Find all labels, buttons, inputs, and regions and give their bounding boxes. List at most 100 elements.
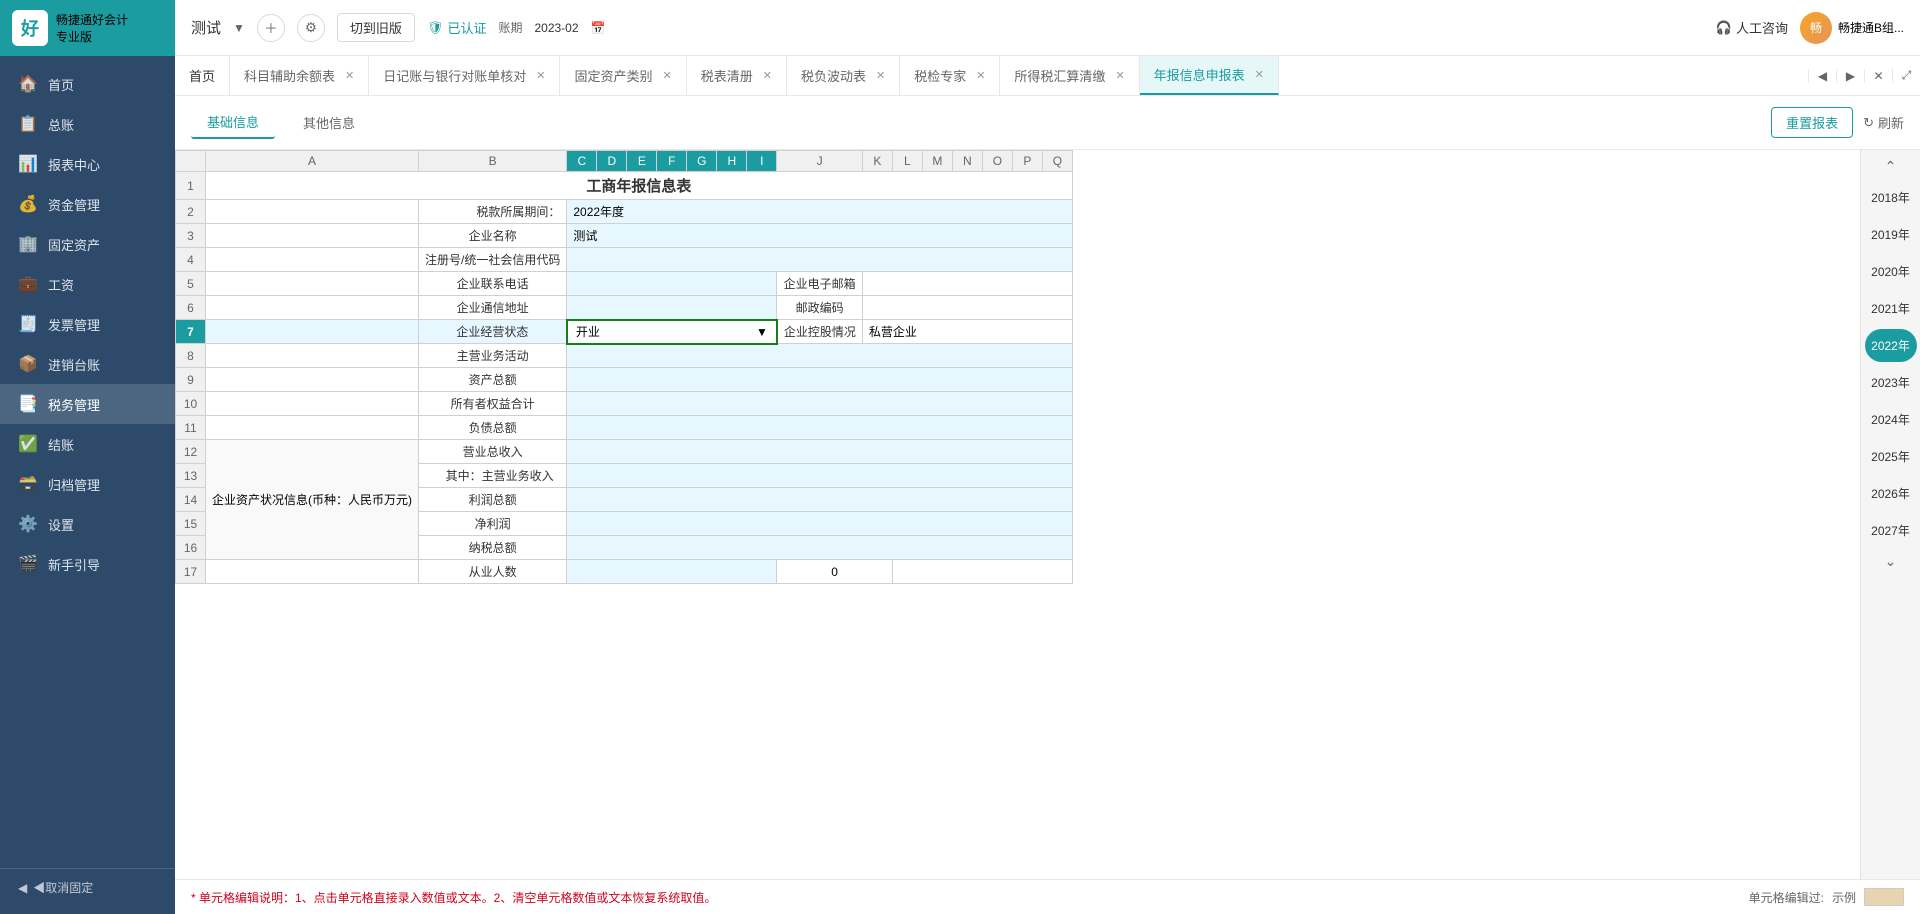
year-2021[interactable]: 2021年 [1865, 292, 1917, 325]
tab-prev-btn[interactable]: ◀ [1808, 69, 1836, 83]
cell-6c[interactable] [567, 296, 777, 320]
topbar-old-version-btn[interactable]: 切到旧版 [337, 13, 415, 42]
sidebar-item-asset[interactable]: 🏢固定资产 [0, 224, 175, 264]
tab-aux-balance[interactable]: 科目辅助余额表 ✕ [230, 56, 369, 95]
sidebar-collapse-btn[interactable]: ◀ ◀取消固定 [0, 868, 175, 906]
cell-6a [206, 296, 419, 320]
cell-7c[interactable]: 开业 ▼ [567, 320, 777, 344]
col-header-m[interactable]: M [922, 151, 952, 172]
year-scroll-down[interactable]: ⌄ [1881, 549, 1901, 574]
cell-17l[interactable] [892, 560, 1072, 584]
year-2018[interactable]: 2018年 [1865, 181, 1917, 214]
cell-13c[interactable] [567, 464, 1073, 488]
topbar-dropdown-btn[interactable]: ▼ [233, 21, 245, 35]
tab-close-income-tax[interactable]: ✕ [1115, 69, 1124, 82]
cell-11c[interactable] [567, 416, 1073, 440]
col-header-p[interactable]: P [1012, 151, 1042, 172]
sheet-tab-other[interactable]: 其他信息 [287, 107, 371, 138]
sidebar-item-guide[interactable]: 🎬新手引导 [0, 544, 175, 584]
cell-14c[interactable] [567, 488, 1073, 512]
topbar-settings-btn[interactable]: ⚙ [297, 14, 325, 42]
year-scroll-up[interactable]: ⌃ [1881, 154, 1901, 179]
cell-2c[interactable]: 2022年度 [567, 200, 1073, 224]
col-header-k[interactable]: K [862, 151, 892, 172]
calendar-icon[interactable]: 📅 [591, 21, 606, 35]
refresh-btn[interactable]: ↻ 刷新 [1863, 107, 1904, 138]
topbar-user[interactable]: 畅 畅捷通B组... [1800, 12, 1904, 44]
sidebar-item-invoice[interactable]: 🧾发票管理 [0, 304, 175, 344]
sidebar-item-archive[interactable]: 🗃️归档管理 [0, 464, 175, 504]
sidebar-item-stock[interactable]: 📦进销台账 [0, 344, 175, 384]
year-2019[interactable]: 2019年 [1865, 218, 1917, 251]
cell-5c[interactable] [567, 272, 777, 296]
year-2023[interactable]: 2023年 [1865, 366, 1917, 399]
tab-tax-return[interactable]: 税表清册 ✕ [687, 56, 787, 95]
cell-4c[interactable] [567, 248, 1073, 272]
cell-10c[interactable] [567, 392, 1073, 416]
tab-fixed-asset[interactable]: 固定资产类别 ✕ [560, 56, 686, 95]
tab-income-tax[interactable]: 所得税汇算清缴 ✕ [1000, 56, 1139, 95]
col-header-o[interactable]: O [982, 151, 1012, 172]
tab-close-aux-balance[interactable]: ✕ [345, 69, 354, 82]
tab-tax-burden[interactable]: 税负波动表 ✕ [787, 56, 900, 95]
reset-report-btn[interactable]: 重置报表 [1771, 107, 1853, 138]
sheet-tab-basic[interactable]: 基础信息 [191, 106, 275, 139]
tab-close-fixed-asset[interactable]: ✕ [663, 69, 672, 82]
tab-home[interactable]: 首页 [175, 56, 230, 95]
col-header-c[interactable]: C [567, 151, 597, 172]
sidebar-item-fund[interactable]: 💰资金管理 [0, 184, 175, 224]
cell-6k[interactable] [862, 296, 1072, 320]
sidebar-item-settings[interactable]: ⚙️设置 [0, 504, 175, 544]
year-2027[interactable]: 2027年 [1865, 514, 1917, 547]
cell-17j[interactable]: 0 [777, 560, 893, 584]
cell-3c[interactable]: 测试 [567, 224, 1073, 248]
col-header-g[interactable]: G [687, 151, 717, 172]
tab-close-tax-expert[interactable]: ✕ [976, 69, 985, 82]
sidebar-item-home[interactable]: 🏠首页 [0, 64, 175, 104]
topbar-service-btn[interactable]: 🎧 人工咨询 [1716, 18, 1788, 37]
sidebar-item-report[interactable]: 📊报表中心 [0, 144, 175, 184]
tab-tax-expert[interactable]: 税检专家 ✕ [900, 56, 1000, 95]
cell-9c[interactable] [567, 368, 1073, 392]
tab-close-annual[interactable]: ✕ [1255, 68, 1264, 81]
tab-close-journal[interactable]: ✕ [536, 69, 545, 82]
topbar-add-btn[interactable]: ＋ [257, 14, 285, 42]
cell-5k[interactable] [862, 272, 1072, 296]
sidebar-item-ledger[interactable]: 📋总账 [0, 104, 175, 144]
year-2026[interactable]: 2026年 [1865, 477, 1917, 510]
cell-8c[interactable] [567, 344, 1073, 368]
spreadsheet-wrapper[interactable]: A B C D E F G H I J [175, 150, 1860, 879]
col-header-l[interactable]: L [892, 151, 922, 172]
sidebar-item-settle[interactable]: ✅结账 [0, 424, 175, 464]
tab-annual-report[interactable]: 年报信息申报表 ✕ [1140, 56, 1279, 95]
tab-close-tax-return[interactable]: ✕ [763, 69, 772, 82]
sidebar-item-salary[interactable]: 💼工资 [0, 264, 175, 304]
col-header-b[interactable]: B [419, 151, 567, 172]
col-header-q[interactable]: Q [1042, 151, 1072, 172]
cell-17c[interactable] [567, 560, 777, 584]
col-header-a[interactable]: A [206, 151, 419, 172]
year-2024[interactable]: 2024年 [1865, 403, 1917, 436]
col-header-j[interactable]: J [777, 151, 863, 172]
col-header-d[interactable]: D [597, 151, 627, 172]
cell-16c[interactable] [567, 536, 1073, 560]
col-header-i[interactable]: I [747, 151, 777, 172]
cell-title[interactable]: 工商年报信息表 [206, 172, 1073, 200]
cell-15c[interactable] [567, 512, 1073, 536]
tab-expand-btn[interactable]: ⤢ [1892, 68, 1920, 83]
cell-12c[interactable] [567, 440, 1073, 464]
year-2020[interactable]: 2020年 [1865, 255, 1917, 288]
cell-7k[interactable]: 私营企业 [862, 320, 1072, 344]
tab-close-all-btn[interactable]: ✕ [1864, 69, 1892, 83]
tab-next-btn[interactable]: ▶ [1836, 69, 1864, 83]
col-header-n[interactable]: N [952, 151, 982, 172]
col-header-f[interactable]: F [657, 151, 687, 172]
year-2022[interactable]: 2022年 [1865, 329, 1917, 362]
cell-3a [206, 224, 419, 248]
tab-journal-bank[interactable]: 日记账与银行对账单核对 ✕ [369, 56, 560, 95]
year-2025[interactable]: 2025年 [1865, 440, 1917, 473]
col-header-e[interactable]: E [627, 151, 657, 172]
col-header-h[interactable]: H [717, 151, 747, 172]
tab-close-tax-burden[interactable]: ✕ [876, 69, 885, 82]
sidebar-item-tax[interactable]: 📑税务管理 [0, 384, 175, 424]
